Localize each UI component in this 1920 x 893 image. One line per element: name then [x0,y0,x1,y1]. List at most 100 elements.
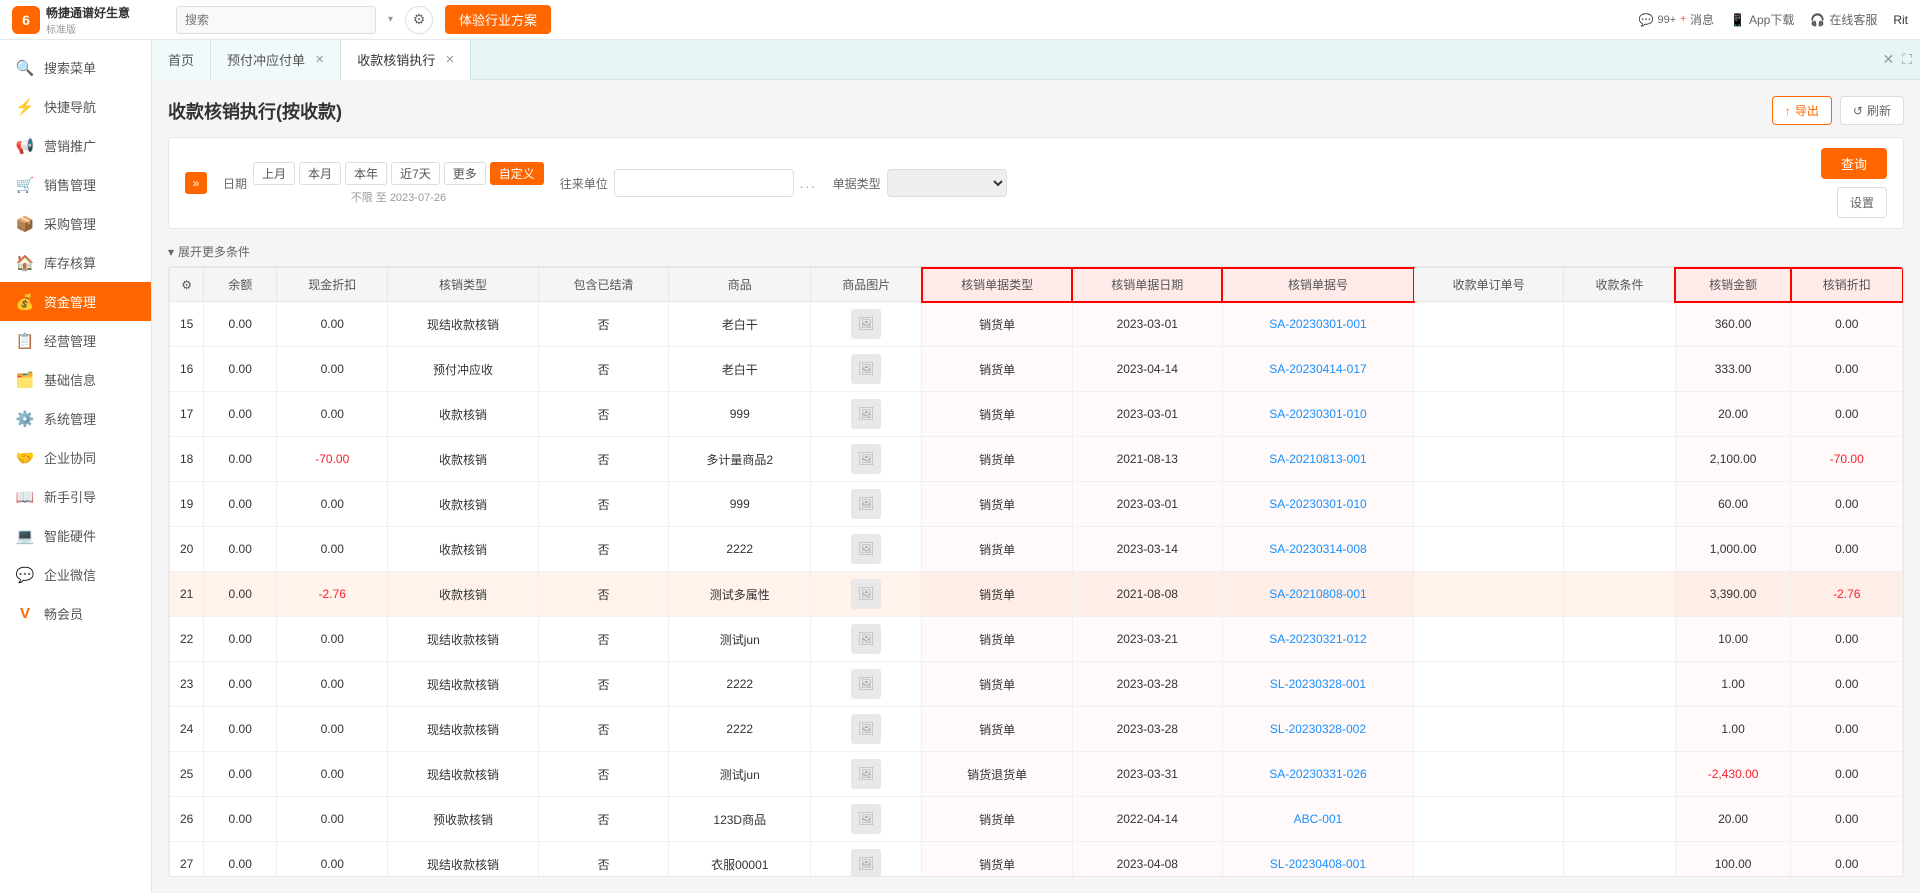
th-settings[interactable]: ⚙ [170,268,204,302]
sidebar-item-search[interactable]: 🔍 搜索菜单 [0,48,151,87]
bill-no-cell[interactable]: SA-20210813-001 [1222,437,1413,482]
row-no: 25 [170,752,204,797]
order-no-cell [1414,482,1564,527]
settings-icon[interactable]: ⚙ [405,6,433,34]
bill-no-cell[interactable]: SA-20230414-017 [1222,347,1413,392]
export-button[interactable]: ↑ 导出 [1772,96,1832,125]
bill-no-cell[interactable]: SA-20230301-010 [1222,482,1413,527]
sidebar-item-basic[interactable]: 🗂️ 基础信息 [0,360,151,399]
balance-cell: 0.00 [204,392,277,437]
include-settled-cell: 否 [538,617,669,662]
top-search-input[interactable] [176,6,376,34]
page-header: 收款核销执行(按收款) ↑ 导出 ↺ 刷新 [168,96,1904,125]
tab-fullscreen-icon[interactable]: ⛶ [1902,51,1912,68]
sidebar-item-sales[interactable]: 🛒 销售管理 [0,165,151,204]
sidebar-item-guide[interactable]: 📖 新手引导 [0,477,151,516]
sidebar-item-system[interactable]: ⚙️ 系统管理 [0,399,151,438]
sidebar-item-enterprise[interactable]: 🤝 企业协同 [0,438,151,477]
sidebar-item-hardware[interactable]: 💻 智能硬件 [0,516,151,555]
date-btn-this-year[interactable]: 本年 [345,162,387,185]
bill-no-cell[interactable]: SL-20230328-001 [1222,662,1413,707]
table-row: 22 0.00 0.00 现结收款核销 否 测试jun 🖼 销货单 2023-0… [170,617,1903,662]
bill-no-cell[interactable]: SA-20230301-001 [1222,302,1413,347]
purchase-icon: 📦 [16,215,34,233]
tab-close-all-icon[interactable]: ✕ [1882,51,1894,68]
sidebar-item-wechat[interactable]: 💬 企业微信 [0,555,151,594]
guide-icon: 📖 [16,488,34,506]
th-verify-type: 核销类型 [388,268,538,302]
message-icon[interactable]: 💬 99+ + 消息 [1639,11,1714,28]
date-btn-this-month[interactable]: 本月 [299,162,341,185]
billtype-select[interactable] [887,169,1007,197]
verify-discount-cell: 0.00 [1791,842,1903,878]
row-no: 23 [170,662,204,707]
sidebar-item-inventory[interactable]: 🏠 库存核算 [0,243,151,282]
include-settled-cell: 否 [538,482,669,527]
table-wrapper: ⚙ 余额 现金折扣 核销类型 包含已结清 商品 商品图片 核销单据类型 核销单据… [168,266,1904,877]
tab-home[interactable]: 首页 [152,40,211,80]
top-bar-right: 💬 99+ + 消息 📱App下载 🎧在线客服 Rit [1639,11,1908,28]
date-btn-more[interactable]: 更多 [444,162,486,185]
tab-bar: 首页 预付冲应付单 ✕ 收款核销执行 ✕ ✕ ⛶ [152,40,1920,80]
order-no-cell [1414,572,1564,617]
verify-amount-cell: 100.00 [1675,842,1791,878]
cash-discount-cell: -70.00 [277,437,388,482]
date-btn-custom[interactable]: 自定义 [490,162,544,185]
tab-prepay[interactable]: 预付冲应付单 ✕ [211,40,341,80]
tab-collection-close[interactable]: ✕ [445,53,454,66]
date-btn-7days[interactable]: 近7天 [391,162,440,185]
verify-type-cell: 预付冲应收 [388,347,538,392]
payment-cond-cell [1564,752,1675,797]
cash-discount-cell: 0.00 [277,392,388,437]
bill-no-cell[interactable]: SA-20230321-012 [1222,617,1413,662]
bill-no-cell[interactable]: SL-20230408-001 [1222,842,1413,878]
expand-more[interactable]: ▾ 展开更多条件 [168,237,1904,266]
th-product-img: 商品图片 [811,268,922,302]
payment-cond-cell [1564,347,1675,392]
page-content: 收款核销执行(按收款) ↑ 导出 ↺ 刷新 » 日期 [152,80,1920,893]
sidebar-item-marketing[interactable]: 📢 营销推广 [0,126,151,165]
bill-no-cell[interactable]: SA-20230331-026 [1222,752,1413,797]
app-download-icon[interactable]: 📱App下载 [1730,11,1794,28]
order-no-cell [1414,797,1564,842]
verify-amount-cell: 1.00 [1675,662,1791,707]
balance-cell: 0.00 [204,347,277,392]
sidebar-item-quicknav[interactable]: ⚡ 快捷导航 [0,87,151,126]
refresh-button[interactable]: ↺ 刷新 [1840,96,1904,125]
verify-type-cell: 现结收款核销 [388,617,538,662]
search-dropdown-icon[interactable]: ▾ [388,14,393,25]
th-verify-amount: 核销金额 [1675,268,1791,302]
bill-no-cell[interactable]: SA-20230301-010 [1222,392,1413,437]
filter-bar: » 日期 上月 本月 本年 近7天 更多 自定义 不限 至 2023-07-26 [168,137,1904,229]
payment-cond-cell [1564,572,1675,617]
include-settled-cell: 否 [538,527,669,572]
sidebar-item-operation[interactable]: 📋 经营管理 [0,321,151,360]
verify-amount-cell: 20.00 [1675,392,1791,437]
sidebar-item-member[interactable]: V 畅会员 [0,594,151,633]
partner-input[interactable] [614,169,794,197]
online-service-icon[interactable]: 🎧在线客服 [1810,11,1877,28]
balance-cell: 0.00 [204,482,277,527]
sidebar-item-purchase[interactable]: 📦 采购管理 [0,204,151,243]
product-cell: 2222 [669,662,811,707]
row-no: 27 [170,842,204,878]
tab-collection[interactable]: 收款核销执行 ✕ [341,40,471,80]
query-button[interactable]: 查询 [1821,148,1887,179]
bill-no-cell[interactable]: SL-20230328-002 [1222,707,1413,752]
bill-no-cell[interactable]: SA-20210808-001 [1222,572,1413,617]
tab-prepay-close[interactable]: ✕ [315,53,324,66]
trial-button[interactable]: 体验行业方案 [445,5,551,34]
verify-amount-cell: 3,390.00 [1675,572,1791,617]
bill-type-cell: 销货单 [922,347,1072,392]
row-no: 16 [170,347,204,392]
include-settled-cell: 否 [538,347,669,392]
date-btn-last-month[interactable]: 上月 [253,162,295,185]
th-cash-discount: 现金折扣 [277,268,388,302]
balance-cell: 0.00 [204,842,277,878]
filter-expand-btn[interactable]: » [185,172,207,194]
export-icon: ↑ [1785,104,1791,118]
bill-no-cell[interactable]: SA-20230314-008 [1222,527,1413,572]
filter-settings-button[interactable]: 设置 [1837,187,1887,218]
sidebar-item-finance[interactable]: 💰 资金管理 [0,282,151,321]
bill-no-cell[interactable]: ABC-001 [1222,797,1413,842]
